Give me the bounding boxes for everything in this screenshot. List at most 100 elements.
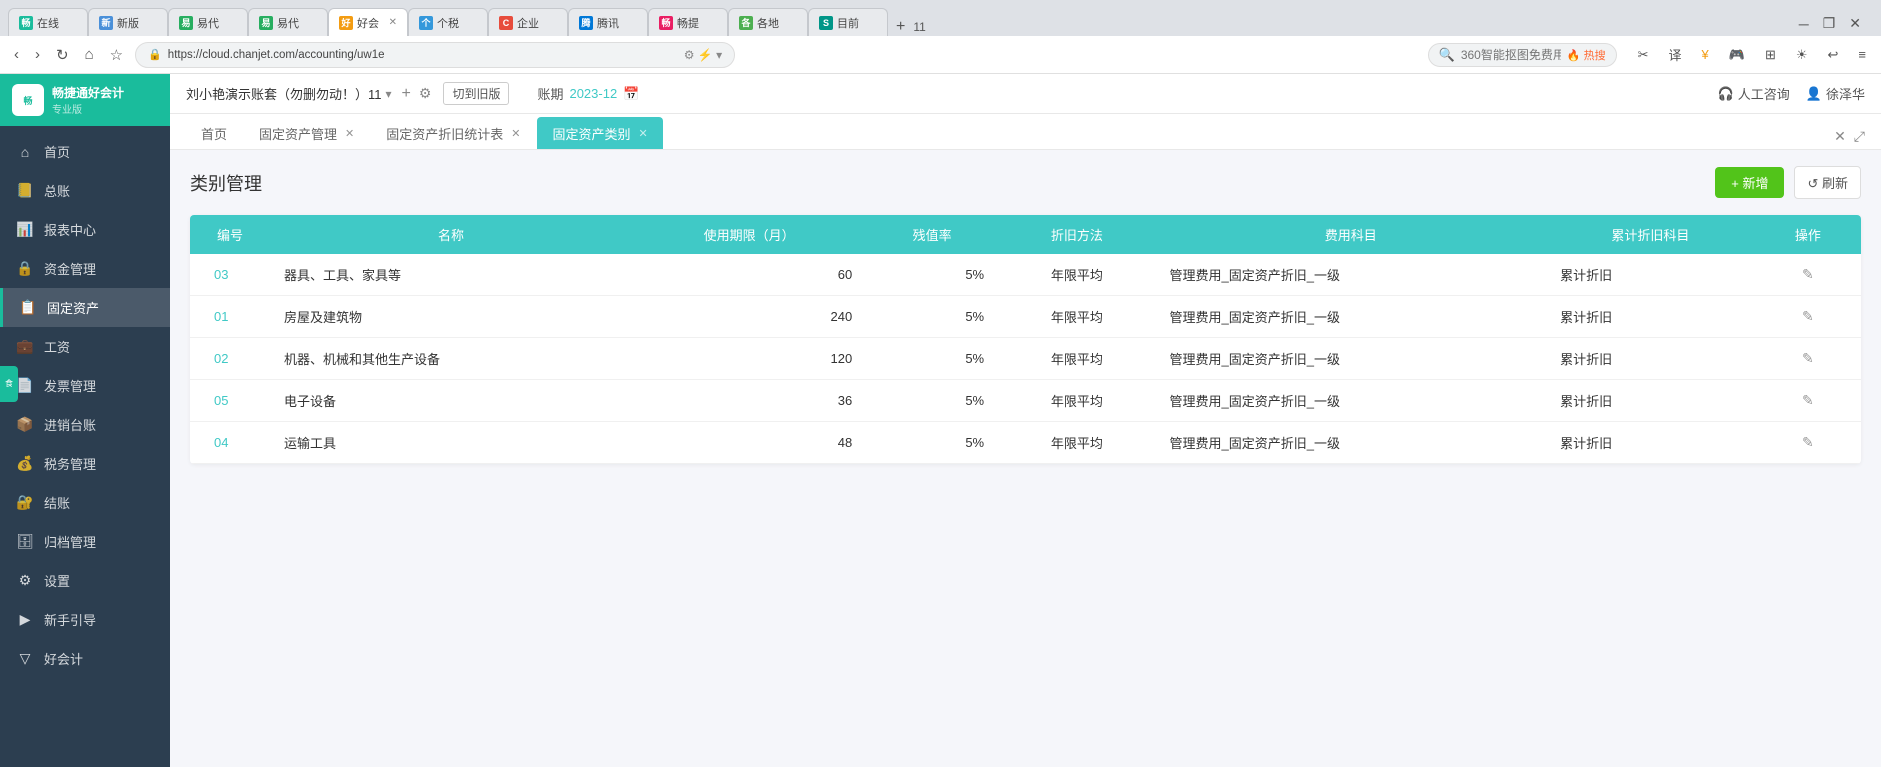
col-header-name: 名称 [270,215,632,254]
tab-close-fixed-assets-category[interactable]: ✕ [639,127,648,140]
add-btn[interactable]: + 新增 [1715,167,1784,198]
browser-tab-xinban[interactable]: 新 新版 [88,8,168,36]
brightness-icon[interactable]: ☀ [1791,45,1813,65]
invoice-nav-icon: 📄 [16,377,34,394]
browser-tab-haohui[interactable]: 好 好会 ✕ [328,8,408,36]
edit-btn-4[interactable]: ✎ [1798,432,1818,453]
close-tab-btn[interactable]: ✕ [1834,128,1846,145]
hot-search-label: 🔥 热搜 [1567,47,1606,63]
inventory-nav-icon: 📦 [16,416,34,433]
cell-name-3: 电子设备 [270,380,632,422]
consult-btn[interactable]: 🎧 人工咨询 [1718,84,1790,103]
cell-actions-4: ✎ [1755,422,1861,464]
new-tab-btn[interactable]: + [896,18,905,36]
logo-sub-text: 专业版 [52,101,124,116]
sidebar-item-home[interactable]: ⌂ 首页 [0,132,170,171]
sidebar-item-inventory[interactable]: 📦 进销台账 [0,405,170,444]
cell-residual-0: 5% [866,254,998,296]
period-info: 账期 2023-12 📅 [537,84,639,103]
search-bar[interactable]: 🔍 🔥 热搜 [1428,43,1617,67]
maximize-btn[interactable]: ❐ [1823,15,1836,32]
user-info[interactable]: 👤 徐泽华 [1806,84,1865,103]
grid-icon[interactable]: ⊞ [1760,45,1781,65]
cell-expense-4: 管理费用_固定资产折旧_一级 [1156,422,1547,464]
sidebar-item-tax[interactable]: 💰 税务管理 [0,444,170,483]
sidebar-item-invoice[interactable]: 📄 发票管理 [0,366,170,405]
tab-bar-controls: ✕ ⤢ [1834,128,1865,149]
home-btn[interactable]: ⌂ [81,44,98,65]
sidebar-item-payroll[interactable]: 💼 工资 [0,327,170,366]
calendar-icon[interactable]: 📅 [623,86,639,102]
close-btn[interactable]: ✕ [1849,15,1861,32]
reload-btn[interactable]: ↻ [52,44,73,66]
archive-nav-icon: 🗄 [16,533,34,550]
search-icon: 🔍 [1439,47,1455,63]
refresh-btn[interactable]: ↺ 刷新 [1794,166,1861,199]
cell-actions-3: ✎ [1755,380,1861,422]
back-btn[interactable]: ‹ [10,44,23,65]
reports-nav-icon: 📊 [16,221,34,238]
cell-residual-3: 5% [866,380,998,422]
undo-icon[interactable]: ↩ [1823,45,1844,65]
headset-icon: 🎧 [1718,86,1734,102]
browser-tab-yidai1[interactable]: 易 易代 [168,8,248,36]
edit-btn-1[interactable]: ✎ [1798,306,1818,327]
edge-icon-1[interactable]: 食 [0,366,18,402]
expand-tab-btn[interactable]: ⤢ [1854,128,1865,145]
sidebar-item-ledger[interactable]: 📒 总账 [0,171,170,210]
add-account-btn[interactable]: + [402,85,411,103]
sidebar-item-guide[interactable]: ▶ 新手引导 [0,600,170,639]
bookmark-btn[interactable]: ☆ [106,44,127,66]
sidebar-label-invoice: 发票管理 [44,376,96,395]
browser-tab-zaixin[interactable]: 畅 在线 [8,8,88,36]
coin-icon[interactable]: ¥ [1697,45,1714,64]
sidebar-label-ledger: 总账 [44,181,70,200]
translate-icon[interactable]: 译 [1664,43,1687,66]
sidebar-item-archive[interactable]: 🗄 归档管理 [0,522,170,561]
browser-tab-gedi[interactable]: 各 各地 [728,8,808,36]
tab-favicon-6: 个 [419,16,433,30]
browser-tab-qiye[interactable]: C 企业 [488,8,568,36]
tab-close-fixed-assets-mgmt[interactable]: ✕ [345,127,354,140]
cell-method-0: 年限平均 [998,254,1155,296]
payroll-nav-icon: 💼 [16,338,34,355]
edit-btn-2[interactable]: ✎ [1798,348,1818,369]
sidebar-nav: ⌂ 首页 📒 总账 📊 报表中心 🔒 资金管理 📋 固定资产 💼 工资 [0,126,170,767]
cell-depreciation-2: 累计折旧 [1546,338,1755,380]
cut-icon[interactable]: ✂ [1633,45,1654,65]
browser-tab-muqian[interactable]: S 目前 [808,8,888,36]
tab-fixed-assets-category[interactable]: 固定资产类别 ✕ [537,117,662,149]
menu-icon[interactable]: ≡ [1853,45,1871,64]
browser-tab-close-5[interactable]: ✕ [389,17,397,28]
minimize-btn[interactable]: ─ [1799,16,1809,32]
game-icon[interactable]: 🎮 [1724,45,1750,65]
tab-label-fixed-assets-mgmt: 固定资产管理 [259,124,337,143]
address-bar[interactable]: 🔒 https://cloud.chanjet.com/accounting/u… [135,42,735,68]
company-dropdown[interactable]: 刘小艳演示账套（勿删勿动！）11 ▾ [186,84,392,103]
tab-depreciation-table[interactable]: 固定资产折旧统计表 ✕ [371,117,535,149]
header-settings-btn[interactable]: ⚙ [419,85,432,102]
sidebar-label-more: 好会计 [44,649,83,668]
browser-tab-yidai2[interactable]: 易 易代 [248,8,328,36]
sidebar-item-fixed-assets[interactable]: 📋 固定资产 [0,288,170,327]
sidebar-item-more[interactable]: ▽ 好会计 [0,639,170,678]
browser-tab-tengxun[interactable]: 腾 腾讯 [568,8,648,36]
edit-btn-3[interactable]: ✎ [1798,390,1818,411]
sidebar-item-funds[interactable]: 🔒 资金管理 [0,249,170,288]
sidebar-item-reports[interactable]: 📊 报表中心 [0,210,170,249]
browser-tab-changte[interactable]: 畅 畅提 [648,8,728,36]
edit-btn-0[interactable]: ✎ [1798,264,1818,285]
browser-tab-geshui[interactable]: 个 个税 [408,8,488,36]
tab-home[interactable]: 首页 [186,117,242,149]
tab-close-depreciation-table[interactable]: ✕ [511,127,520,140]
sidebar-item-settings[interactable]: ⚙ 设置 [0,561,170,600]
tab-list-btn[interactable]: 11 [913,20,925,34]
old-version-btn[interactable]: 切到旧版 [443,82,509,105]
tab-fixed-assets-mgmt[interactable]: 固定资产管理 ✕ [244,117,369,149]
col-header-residual: 残值率 [866,215,998,254]
sidebar-item-closing[interactable]: 🔐 结账 [0,483,170,522]
cell-period-1: 240 [632,296,866,338]
forward-btn[interactable]: › [31,44,44,65]
app-container: 畅 畅捷通好会计 专业版 ⌂ 首页 📒 总账 📊 报表中心 [0,74,1881,767]
search-input[interactable] [1461,48,1561,62]
